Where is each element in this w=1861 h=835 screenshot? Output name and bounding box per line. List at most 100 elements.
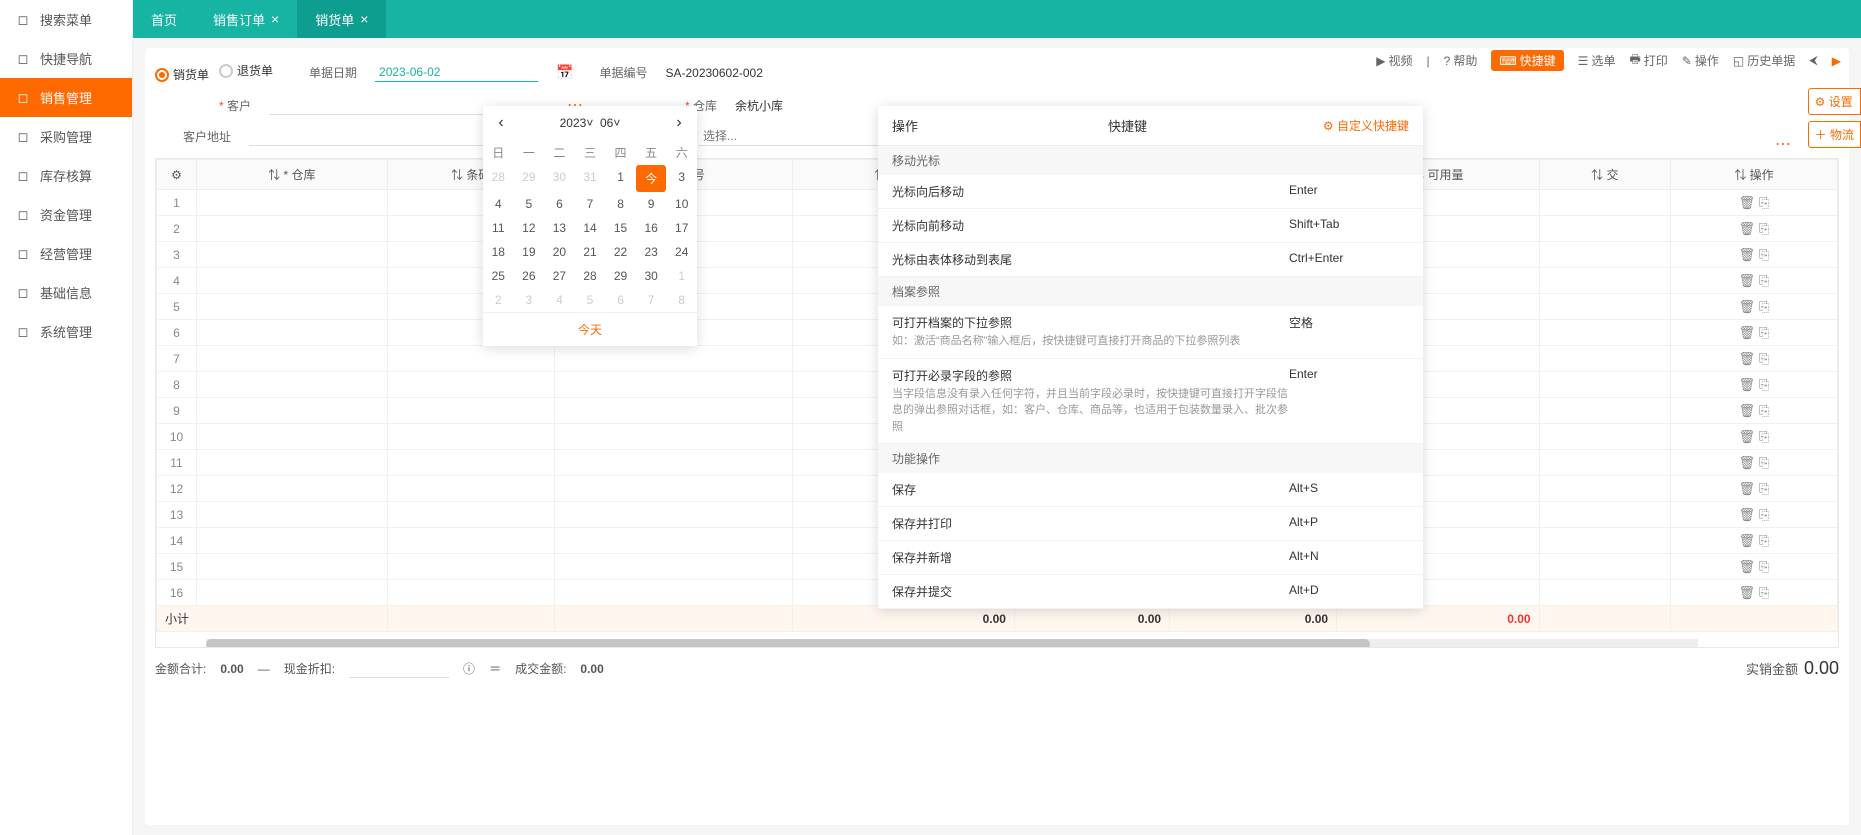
cal-day[interactable]: 4 <box>544 288 575 312</box>
doctype-radio[interactable]: 退货单 <box>219 62 273 79</box>
col-header[interactable]: ⇅ * 仓库 <box>197 160 388 190</box>
copy-icon[interactable]: ⎘ <box>1759 195 1769 210</box>
hotkey-button[interactable]: ⌨ 快捷键 <box>1491 50 1563 71</box>
delete-icon[interactable]: 🗑 <box>1739 455 1756 470</box>
cal-day[interactable]: 8 <box>605 192 636 216</box>
pick-button[interactable]: ☰ 选单 <box>1578 52 1616 69</box>
doctype-radio[interactable]: 销货单 <box>155 66 209 83</box>
cal-year[interactable]: 2023 <box>560 116 587 130</box>
print-button[interactable]: 🖶 打印 <box>1629 50 1667 71</box>
cal-day[interactable]: 13 <box>544 216 575 240</box>
sidebar-item-search[interactable]: ◻搜索菜单 <box>0 0 132 39</box>
cal-day[interactable]: 29 <box>605 264 636 288</box>
delete-icon[interactable]: 🗑 <box>1739 195 1756 210</box>
cal-day[interactable]: 14 <box>575 216 606 240</box>
tab[interactable]: 销售订单× <box>195 0 297 38</box>
copy-icon[interactable]: ⎘ <box>1759 377 1769 392</box>
delete-icon[interactable]: 🗑 <box>1739 481 1756 496</box>
copy-icon[interactable]: ⎘ <box>1759 507 1769 522</box>
cal-day[interactable]: 7 <box>636 288 667 312</box>
delete-icon[interactable]: 🗑 <box>1739 221 1756 236</box>
cal-day[interactable]: 19 <box>514 240 545 264</box>
delete-icon[interactable]: 🗑 <box>1739 273 1756 288</box>
customize-hotkey-button[interactable]: ⚙ 自定义快捷键 <box>1323 117 1409 134</box>
cal-day[interactable]: 10 <box>666 192 697 216</box>
cal-day[interactable]: 29 <box>514 165 545 192</box>
cal-day[interactable]: 6 <box>605 288 636 312</box>
copy-icon[interactable]: ⎘ <box>1759 247 1769 262</box>
cal-day[interactable]: 20 <box>544 240 575 264</box>
form-more-icon[interactable]: ⋯ <box>1775 134 1791 154</box>
cal-day[interactable]: 30 <box>636 264 667 288</box>
cal-day[interactable]: 26 <box>514 264 545 288</box>
cal-day[interactable]: 28 <box>483 165 514 192</box>
cal-day[interactable]: 31 <box>575 165 606 192</box>
tab[interactable]: 首页 <box>133 0 195 38</box>
calendar-icon[interactable]: 📅 <box>556 64 573 81</box>
help-button[interactable]: ? 帮助 <box>1444 52 1478 69</box>
copy-icon[interactable]: ⎘ <box>1759 455 1769 470</box>
sidebar-item-cart[interactable]: ◻销售管理 <box>0 78 132 117</box>
delete-icon[interactable]: 🗑 <box>1739 585 1756 600</box>
sidebar-item-box[interactable]: ◻库存核算 <box>0 156 132 195</box>
logistics-button[interactable]: ＋ 物流 <box>1808 121 1861 148</box>
delete-icon[interactable]: 🗑 <box>1739 403 1756 418</box>
sidebar-item-home[interactable]: ◻快捷导航 <box>0 39 132 78</box>
cal-today-button[interactable]: 今天 <box>483 312 697 346</box>
cal-day[interactable]: 23 <box>636 240 667 264</box>
sidebar-item-money[interactable]: ◻资金管理 <box>0 195 132 234</box>
delete-icon[interactable]: 🗑 <box>1739 351 1756 366</box>
copy-icon[interactable]: ⎘ <box>1759 273 1769 288</box>
cal-day[interactable]: 17 <box>666 216 697 240</box>
cal-day[interactable]: 24 <box>666 240 697 264</box>
cal-day[interactable]: 1 <box>605 165 636 192</box>
date-input[interactable] <box>375 63 538 82</box>
cal-day[interactable]: 28 <box>575 264 606 288</box>
cal-day[interactable]: 21 <box>575 240 606 264</box>
horizontal-scrollbar[interactable] <box>206 639 1698 648</box>
copy-icon[interactable]: ⎘ <box>1759 481 1769 496</box>
sidebar-item-gear[interactable]: ◻系统管理 <box>0 312 132 351</box>
col-header[interactable]: ⇅ 交 <box>1539 160 1670 190</box>
cal-month[interactable]: 06 <box>600 116 613 130</box>
copy-icon[interactable]: ⎘ <box>1759 559 1769 574</box>
copy-icon[interactable]: ⎘ <box>1759 325 1769 340</box>
delete-icon[interactable]: 🗑 <box>1739 507 1756 522</box>
cal-day[interactable]: 18 <box>483 240 514 264</box>
close-icon[interactable]: × <box>360 11 368 27</box>
info-icon[interactable]: ⓘ <box>463 660 475 677</box>
tab[interactable]: 销货单× <box>297 0 386 38</box>
project-input[interactable] <box>699 127 879 146</box>
delete-icon[interactable]: 🗑 <box>1739 325 1756 340</box>
settings-button[interactable]: ⚙ 设置 <box>1808 88 1861 115</box>
delete-icon[interactable]: 🗑 <box>1739 299 1756 314</box>
video-button[interactable]: ▶ 视频 <box>1376 52 1412 69</box>
cal-day[interactable]: 1 <box>666 264 697 288</box>
cal-day[interactable]: 12 <box>514 216 545 240</box>
copy-icon[interactable]: ⎘ <box>1759 533 1769 548</box>
gear-header[interactable]: ⚙ <box>157 160 197 190</box>
copy-icon[interactable]: ⎘ <box>1759 221 1769 236</box>
cal-day[interactable]: 6 <box>544 192 575 216</box>
sidebar-item-report[interactable]: ◻经营管理 <box>0 234 132 273</box>
cal-day[interactable]: 3 <box>666 165 697 192</box>
cal-day[interactable]: 今 <box>636 165 667 192</box>
copy-icon[interactable]: ⎘ <box>1759 585 1769 600</box>
cal-day[interactable]: 3 <box>514 288 545 312</box>
next-button[interactable]: ▶ <box>1832 54 1841 68</box>
collapse-button[interactable]: ⮜ <box>1809 53 1818 68</box>
delete-icon[interactable]: 🗑 <box>1739 559 1756 574</box>
copy-icon[interactable]: ⎘ <box>1759 403 1769 418</box>
cal-day[interactable]: 8 <box>666 288 697 312</box>
cal-day[interactable]: 30 <box>544 165 575 192</box>
close-icon[interactable]: × <box>271 11 279 27</box>
delete-icon[interactable]: 🗑 <box>1739 377 1756 392</box>
cal-day[interactable]: 27 <box>544 264 575 288</box>
history-button[interactable]: ◱ 历史单据 <box>1733 52 1795 69</box>
cal-day[interactable]: 4 <box>483 192 514 216</box>
cal-day[interactable]: 15 <box>605 216 636 240</box>
col-header[interactable]: ⇅ 操作 <box>1670 160 1837 190</box>
cal-day[interactable]: 16 <box>636 216 667 240</box>
cal-day[interactable]: 25 <box>483 264 514 288</box>
cal-day[interactable]: 2 <box>483 288 514 312</box>
